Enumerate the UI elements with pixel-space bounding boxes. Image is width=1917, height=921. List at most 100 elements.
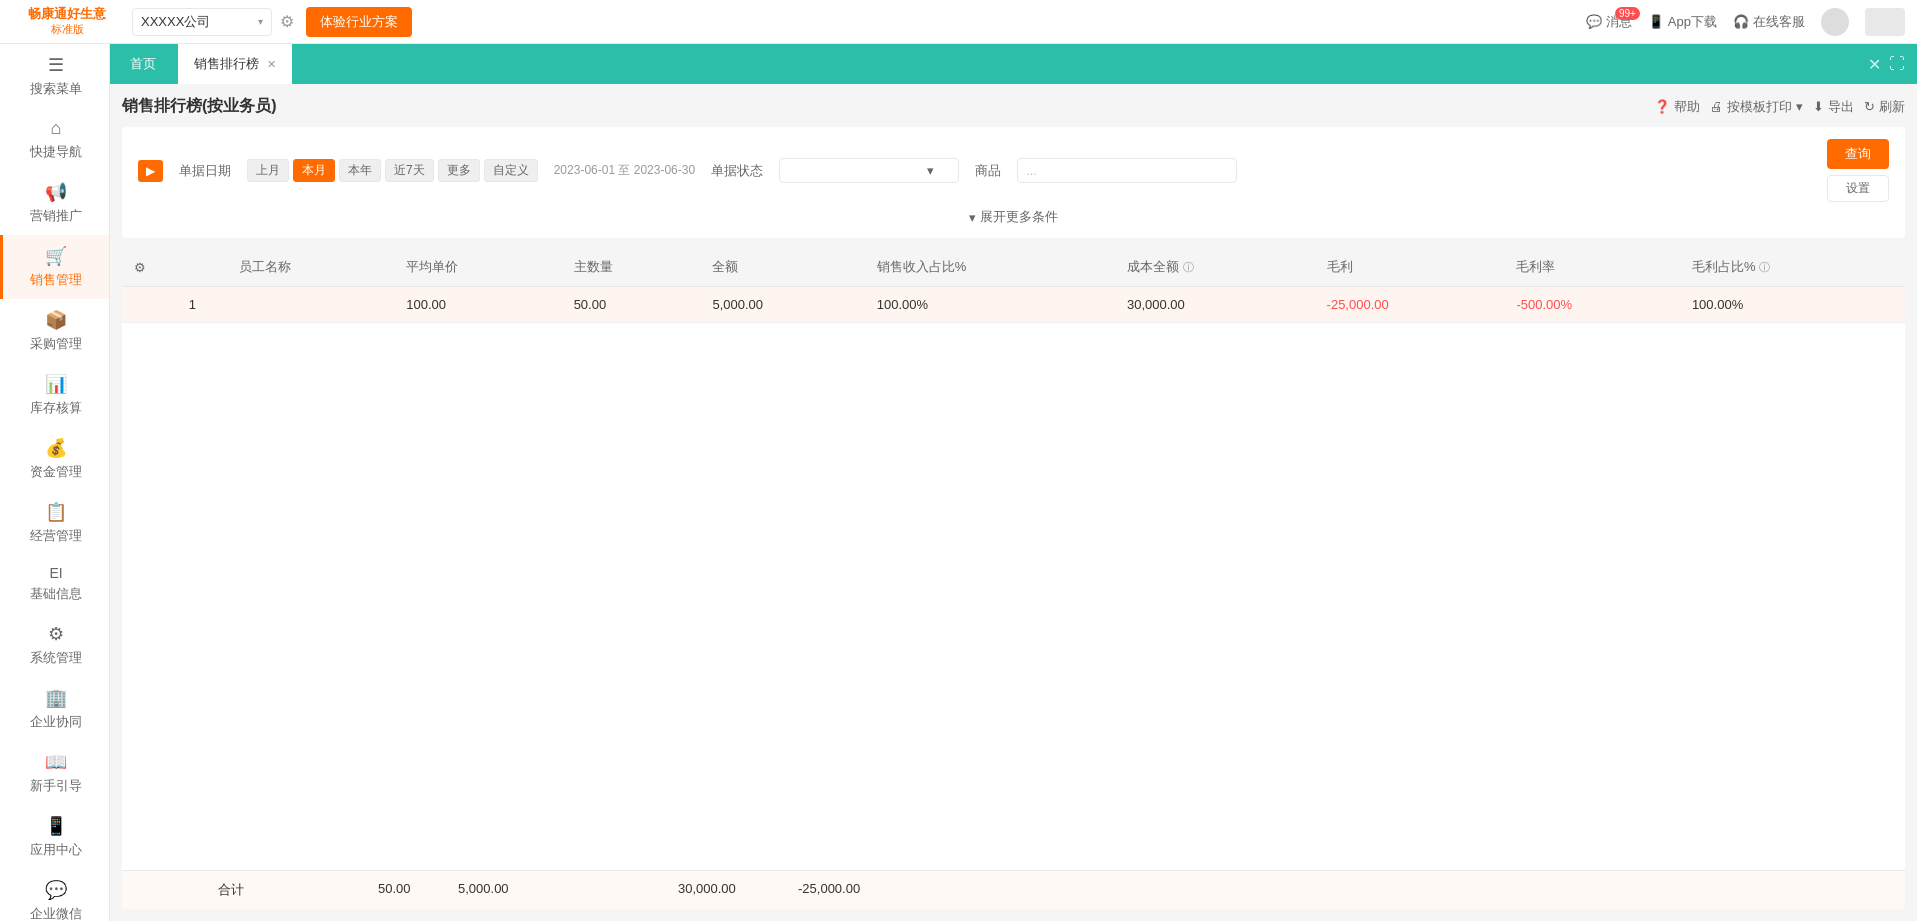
sidebar-item-system[interactable]: ⚙ 系统管理: [0, 613, 109, 677]
tab-sales-ranking[interactable]: 销售排行榜 ✕: [178, 44, 292, 84]
page-actions: ❓ 帮助 🖨 按模板打印 ▾ ⬇ 导出 ↻ 刷新: [1654, 98, 1905, 116]
col-amount: 全额: [700, 248, 864, 287]
home-icon: ⌂: [51, 118, 62, 139]
headset-icon: 🎧: [1733, 14, 1749, 29]
sidebar-item-base-info[interactable]: EI 基础信息: [0, 555, 109, 613]
goods-input[interactable]: ...: [1017, 158, 1237, 183]
row-gross-pct: 100.00%: [1680, 287, 1905, 323]
sidebar-label-search: 搜索菜单: [30, 80, 82, 98]
message-button[interactable]: 💬 消息 99+: [1586, 13, 1632, 31]
date-btn-this-month[interactable]: 本月: [293, 159, 335, 182]
sidebar-label-finance: 资金管理: [30, 463, 82, 481]
footer-settings-cell: [134, 881, 166, 899]
date-btn-this-year[interactable]: 本年: [339, 159, 381, 182]
print-template-button[interactable]: 🖨 按模板打印 ▾: [1710, 98, 1803, 116]
sidebar-item-sales[interactable]: 🛒 销售管理: [0, 235, 109, 299]
footer-rank-cell: [166, 881, 206, 899]
app-download-button[interactable]: 📱 App下载: [1648, 13, 1717, 31]
online-service-button[interactable]: 🎧 在线客服: [1733, 13, 1805, 31]
footer-avg-price: [286, 881, 366, 899]
marketing-icon: 📢: [45, 181, 67, 203]
top-right-area: 💬 消息 99+ 📱 App下载 🎧 在线客服: [1586, 8, 1905, 36]
filter-bar: ▶ 单据日期 上月 本月 本年 近7天 更多 自定义 2023-06-01 至 …: [122, 127, 1905, 238]
enterprise-icon: 🏢: [45, 687, 67, 709]
date-btn-custom[interactable]: 自定义: [484, 159, 538, 182]
col-quantity: 主数量: [562, 248, 701, 287]
filter-settings-button[interactable]: 设置: [1827, 175, 1889, 202]
sidebar-item-guide[interactable]: 📖 新手引导: [0, 741, 109, 805]
logo-sub: 标准版: [51, 22, 84, 37]
row-name: [227, 287, 394, 323]
sidebar-item-inventory[interactable]: 📊 库存核算: [0, 363, 109, 427]
sidebar-item-purchase[interactable]: 📦 采购管理: [0, 299, 109, 363]
col-cost-amount: 成本全额 ⓘ: [1115, 248, 1315, 287]
app-icon: 📱: [1648, 14, 1664, 29]
sidebar-label-system: 系统管理: [30, 649, 82, 667]
export-button[interactable]: ⬇ 导出: [1813, 98, 1854, 116]
table-row: 1 100.00 50.00 5,000.00 100.00% 30,000.0…: [122, 287, 1905, 323]
app-label: App下载: [1668, 13, 1717, 31]
sidebar-item-enterprise[interactable]: 🏢 企业协同: [0, 677, 109, 741]
sidebar-item-operations[interactable]: 📋 经营管理: [0, 491, 109, 555]
sidebar-item-search[interactable]: ☰ 搜索菜单: [0, 44, 109, 108]
export-label: 导出: [1828, 98, 1854, 116]
gross-info-icon: ⓘ: [1759, 261, 1770, 273]
sidebar-label-wechat: 企业微信: [30, 905, 82, 921]
refresh-button[interactable]: ↻ 刷新: [1864, 98, 1905, 116]
sidebar-label-purchase: 采购管理: [30, 335, 82, 353]
sidebar-item-app-center[interactable]: 📱 应用中心: [0, 805, 109, 869]
row-amount: 5,000.00: [700, 287, 864, 323]
footer-amount: 5,000.00: [446, 881, 546, 899]
tab-home-label: 首页: [130, 55, 156, 73]
col-gross-pct: 毛利占比% ⓘ: [1680, 248, 1905, 287]
user-name-area[interactable]: [1865, 8, 1905, 36]
filter-toggle-button[interactable]: ▶: [138, 160, 163, 182]
date-btn-more[interactable]: 更多: [438, 159, 480, 182]
settings-icon[interactable]: ⚙: [280, 12, 294, 31]
date-btn-last-month[interactable]: 上月: [247, 159, 289, 182]
tab-sales-ranking-label: 销售排行榜: [194, 55, 259, 73]
company-name: XXXXX公司: [141, 13, 252, 31]
tab-home[interactable]: 首页: [110, 44, 176, 84]
row-rank: 1: [158, 287, 227, 323]
date-buttons: 上月 本月 本年 近7天 更多 自定义: [247, 159, 538, 182]
more-conditions-toggle[interactable]: ▾ 展开更多条件: [138, 202, 1889, 226]
expand-icon: ▾: [969, 210, 976, 225]
sidebar-label-inventory: 库存核算: [30, 399, 82, 417]
sidebar-item-marketing[interactable]: 📢 营销推广: [0, 171, 109, 235]
base-info-icon: EI: [49, 565, 62, 581]
top-bar: 畅康通好生意 标准版 XXXXX公司 ▾ ⚙ 体验行业方案 💬 消息 99+ 📱…: [0, 0, 1917, 44]
col-settings[interactable]: ⚙: [122, 248, 158, 287]
sidebar-item-finance[interactable]: 💰 资金管理: [0, 427, 109, 491]
avatar[interactable]: [1821, 8, 1849, 36]
date-btn-7days[interactable]: 近7天: [385, 159, 434, 182]
company-selector[interactable]: XXXXX公司 ▾: [132, 8, 272, 36]
table-header-row: ⚙ 员工名称 平均单价 主数量 全额 销售收入占比% 成本全额 ⓘ 毛利 毛利率: [122, 248, 1905, 287]
query-button[interactable]: 查询: [1827, 139, 1889, 169]
sales-icon: 🛒: [45, 245, 67, 267]
tab-close-window-icon[interactable]: ✕: [1868, 55, 1881, 74]
status-chevron-icon: ▾: [927, 163, 934, 178]
sidebar-label-enterprise: 企业协同: [30, 713, 82, 731]
page-content: 销售排行榜(按业务员) ❓ 帮助 🖨 按模板打印 ▾ ⬇ 导出: [110, 84, 1917, 921]
sidebar-item-quick-nav[interactable]: ⌂ 快捷导航: [0, 108, 109, 171]
date-label: 单据日期: [179, 162, 231, 180]
sidebar-label-app-center: 应用中心: [30, 841, 82, 859]
sidebar-label-marketing: 营销推广: [30, 207, 82, 225]
page-header: 销售排行榜(按业务员) ❓ 帮助 🖨 按模板打印 ▾ ⬇ 导出: [122, 96, 1905, 117]
footer-label: 合计: [206, 881, 286, 899]
tab-maximize-icon[interactable]: ⛶: [1889, 55, 1905, 73]
sidebar-item-wechat[interactable]: 💬 企业微信: [0, 869, 109, 921]
help-button[interactable]: ❓ 帮助: [1654, 98, 1700, 116]
print-label: 按模板打印: [1727, 98, 1792, 116]
content-area: 首页 销售排行榜 ✕ ✕ ⛶ 销售排行榜(按业务员) ❓ 帮助: [110, 44, 1917, 921]
main-layout: ☰ 搜索菜单 ⌂ 快捷导航 📢 营销推广 🛒 销售管理 📦 采购管理 📊 库存核…: [0, 44, 1917, 921]
print-arrow-icon: ▾: [1796, 99, 1803, 114]
logo-area: 畅康通好生意 标准版: [12, 6, 122, 37]
footer-cells: 合计 50.00 5,000.00 30,000.00 -25,000.00: [134, 881, 1893, 899]
tab-close-icon[interactable]: ✕: [267, 58, 276, 71]
app-center-icon: 📱: [45, 815, 67, 837]
trial-button[interactable]: 体验行业方案: [306, 7, 412, 37]
col-name: 员工名称: [227, 248, 394, 287]
status-select[interactable]: ▾: [779, 158, 959, 183]
